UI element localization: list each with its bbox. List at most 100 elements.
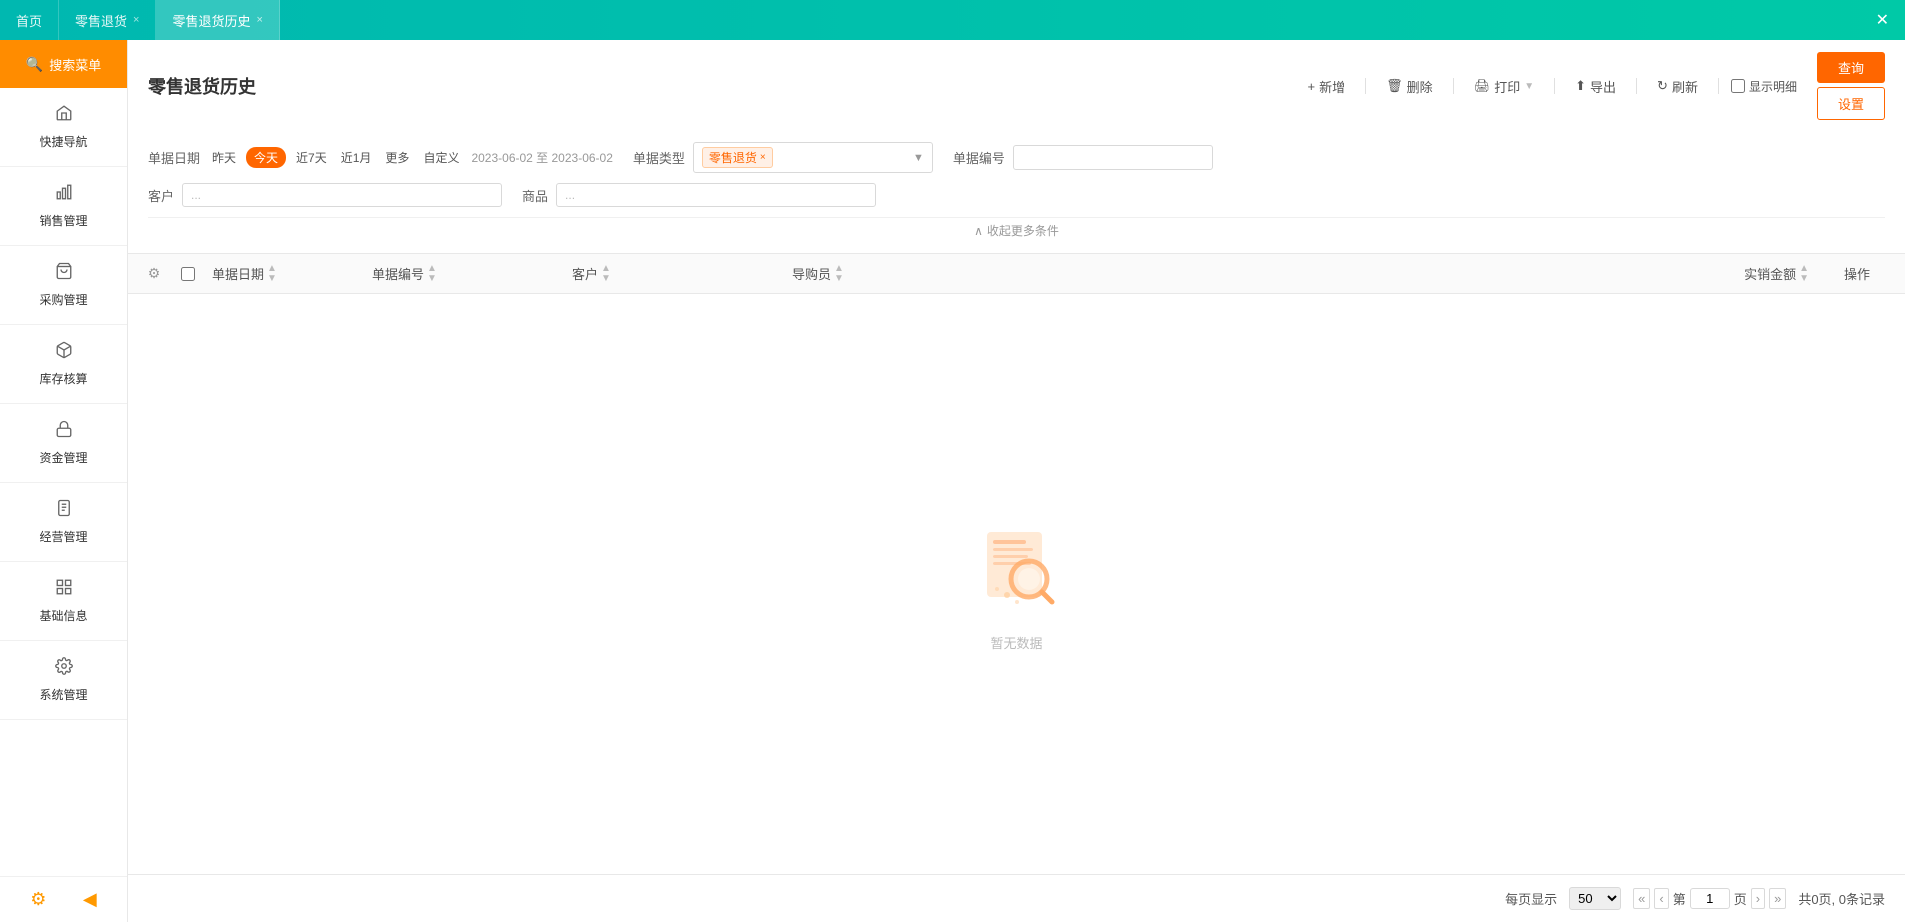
first-page-btn[interactable]: «: [1633, 888, 1650, 909]
tab-retail-return-label: 零售退货: [75, 11, 127, 30]
tab-retail-return[interactable]: 零售退货 ×: [59, 0, 156, 40]
goods-select[interactable]: ...: [556, 183, 876, 207]
per-page-label: 每页显示: [1505, 889, 1557, 908]
print-btn[interactable]: 🖨 打印 ▼: [1466, 73, 1542, 100]
divider3: [1554, 78, 1555, 94]
sidebar-item-system[interactable]: 系统管理: [0, 641, 127, 720]
collapse-bar[interactable]: ∧ 收起更多条件: [148, 217, 1885, 243]
filter-row-2: 客户 ... 商品 ...: [148, 183, 1885, 207]
prev-page-btn[interactable]: ‹: [1654, 888, 1668, 909]
goods-placeholder: ...: [565, 188, 575, 202]
table-select-all[interactable]: [172, 267, 204, 281]
settings-icon[interactable]: ⚙: [30, 889, 46, 910]
empty-illustration: [967, 517, 1067, 617]
sidebar-item-purchase-label: 采购管理: [39, 291, 87, 308]
date-range-value: 2023-06-02 至 2023-06-02: [471, 149, 612, 166]
page-label-post: 页: [1734, 889, 1747, 908]
filter-row-1: 单据日期 昨天 今天 近7天 近1月 更多 自定义 2023-06-02 至 2…: [148, 142, 1885, 173]
page-title: 零售退货历史: [148, 73, 256, 99]
th-customer[interactable]: 客户 ▲▼: [564, 264, 784, 284]
delete-btn[interactable]: 🗑 删除: [1378, 73, 1441, 100]
empty-state: 暂无数据: [128, 294, 1905, 874]
tab-retail-return-history-label: 零售退货历史: [172, 11, 250, 30]
collapse-label: 收起更多条件: [987, 222, 1059, 239]
sidebar-item-finance-label: 资金管理: [39, 449, 87, 466]
new-icon: +: [1308, 79, 1316, 94]
th-action: 操作: [1817, 264, 1897, 283]
th-guide[interactable]: 导购员 ▲▼: [784, 264, 944, 284]
th-date-sort-icon: ▲▼: [267, 264, 277, 284]
sidebar-item-system-label: 系统管理: [39, 686, 87, 703]
top-bar: 首页 零售退货 × 零售退货历史 × ✕: [0, 0, 1905, 40]
date-opt-last7[interactable]: 近7天: [292, 147, 331, 168]
page-label-pre: 第: [1673, 889, 1686, 908]
bill-type-label: 单据类型: [633, 148, 685, 167]
new-label: 新增: [1319, 77, 1345, 96]
customer-placeholder: ...: [191, 188, 201, 202]
date-opt-custom[interactable]: 自定义: [419, 147, 463, 168]
sidebar-item-quick-nav[interactable]: 快捷导航: [0, 88, 127, 167]
toolbar: + 新增 🗑 删除 🖨 打印 ▼: [1300, 52, 1885, 120]
date-options: 昨天 今天 近7天 近1月 更多 自定义: [208, 147, 463, 168]
sidebar-item-sales[interactable]: 销售管理: [0, 167, 127, 246]
bill-type-arrow: ▼: [913, 152, 924, 164]
page-input[interactable]: [1690, 888, 1730, 909]
window-close-btn[interactable]: ✕: [1876, 10, 1905, 30]
sidebar-search[interactable]: 🔍 搜索菜单: [0, 40, 127, 88]
th-customer-label: 客户: [572, 264, 598, 283]
export-btn[interactable]: ⬆ 导出: [1567, 73, 1624, 100]
query-btn[interactable]: 查询: [1817, 52, 1885, 83]
sidebar-item-basic-info-label: 基础信息: [39, 607, 87, 624]
show-detail-checkbox[interactable]: [1731, 79, 1745, 93]
th-date[interactable]: 单据日期 ▲▼: [204, 264, 364, 284]
delete-icon: 🗑: [1386, 78, 1403, 94]
sidebar-item-operations-label: 经营管理: [39, 528, 87, 545]
last-page-btn[interactable]: »: [1769, 888, 1786, 909]
sidebar-item-purchase[interactable]: 采购管理: [0, 246, 127, 325]
cart-icon: [55, 262, 73, 285]
bill-type-filter: 单据类型 零售退货 × ▼: [633, 142, 933, 173]
box-icon: [55, 341, 73, 364]
date-opt-last1m[interactable]: 近1月: [337, 147, 376, 168]
bill-type-select[interactable]: 零售退货 × ▼: [693, 142, 933, 173]
tab-retail-return-history-close[interactable]: ×: [256, 14, 262, 26]
customer-select[interactable]: ...: [182, 183, 502, 207]
sidebar-item-basic-info[interactable]: 基础信息: [0, 562, 127, 641]
th-amount-label: 实销金额: [1744, 264, 1796, 283]
sidebar-search-label: 搜索菜单: [49, 55, 101, 74]
new-btn[interactable]: + 新增: [1300, 73, 1354, 100]
th-customer-sort-icon: ▲▼: [601, 264, 611, 284]
date-opt-yesterday[interactable]: 昨天: [208, 147, 240, 168]
gear-icon: [55, 657, 73, 680]
bill-type-tag: 零售退货 ×: [702, 147, 773, 168]
refresh-btn[interactable]: ↻ 刷新: [1649, 73, 1706, 100]
collapse-icon: ∧: [974, 224, 983, 238]
sidebar-item-finance[interactable]: 资金管理: [0, 404, 127, 483]
date-opt-today[interactable]: 今天: [246, 147, 286, 168]
settings-btn[interactable]: 设置: [1817, 87, 1885, 120]
sidebar-item-operations[interactable]: 经营管理: [0, 483, 127, 562]
th-no-sort-icon: ▲▼: [427, 264, 437, 284]
tab-home[interactable]: 首页: [0, 0, 59, 40]
divider1: [1365, 78, 1366, 94]
sidebar-item-inventory[interactable]: 库存核算: [0, 325, 127, 404]
select-all-checkbox[interactable]: [181, 267, 195, 281]
sidebar: 🔍 搜索菜单 快捷导航 销售管理 采购管理 库存核算: [0, 40, 128, 922]
bill-type-tag-close[interactable]: ×: [760, 152, 766, 163]
lock-icon: [55, 420, 73, 443]
th-no[interactable]: 单据编号 ▲▼: [364, 264, 564, 284]
sidebar-item-quick-nav-label: 快捷导航: [39, 133, 87, 150]
grid-icon: [55, 578, 73, 601]
total-label: 共0页, 0条记录: [1798, 889, 1885, 908]
th-amount[interactable]: 实销金额 ▲▼: [944, 264, 1817, 284]
table-settings-icon[interactable]: ⚙: [136, 265, 172, 282]
date-opt-more[interactable]: 更多: [381, 147, 413, 168]
tab-retail-return-history[interactable]: 零售退货历史 ×: [156, 0, 279, 40]
show-detail-container: 显示明细: [1731, 78, 1797, 95]
bill-no-input[interactable]: [1013, 145, 1213, 170]
collapse-sidebar-icon[interactable]: ◀: [83, 889, 97, 910]
th-amount-sort-icon: ▲▼: [1799, 264, 1809, 284]
per-page-select[interactable]: 50 10 20 100: [1569, 887, 1621, 910]
tab-retail-return-close[interactable]: ×: [133, 14, 139, 26]
next-page-btn[interactable]: ›: [1751, 888, 1765, 909]
